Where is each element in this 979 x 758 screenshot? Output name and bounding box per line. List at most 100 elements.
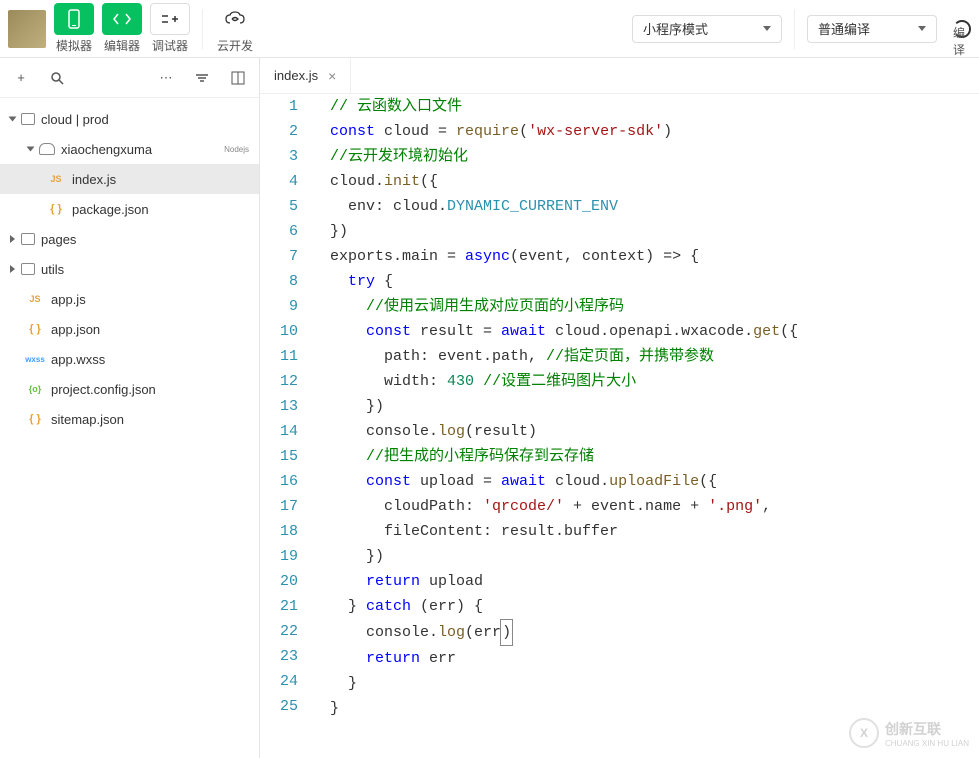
tree-folder-pages[interactable]: pages xyxy=(0,224,259,254)
mode-select-value: 小程序模式 xyxy=(643,19,708,38)
tree-file-sitemap[interactable]: { } sitemap.json xyxy=(0,404,259,434)
tree-label: app.json xyxy=(51,322,100,337)
tree-file-projectconfig[interactable]: {o} project.config.json xyxy=(0,374,259,404)
code-content[interactable]: // 云函数入口文件 const cloud = require('wx-ser… xyxy=(312,94,979,758)
code-line[interactable]: }) xyxy=(312,219,979,244)
editor-button[interactable] xyxy=(102,3,142,35)
code-line[interactable]: const cloud = require('wx-server-sdk') xyxy=(312,119,979,144)
code-line[interactable]: path: event.path, //指定页面，并携带参数 xyxy=(312,344,979,369)
tree-file-appjs[interactable]: JS app.js xyxy=(0,284,259,314)
js-file-icon: JS xyxy=(46,172,66,186)
code-line[interactable]: }) xyxy=(312,544,979,569)
tree-file-appjson[interactable]: { } app.json xyxy=(0,314,259,344)
search-icon xyxy=(50,71,64,85)
watermark-subtext: CHUANG XIN HU LIAN xyxy=(885,739,969,748)
code-line[interactable]: //使用云调用生成对应页面的小程序码 xyxy=(312,294,979,319)
compile-label: 编译 xyxy=(953,24,971,58)
editor-tabs: index.js × xyxy=(260,58,979,94)
toolbar-divider-2 xyxy=(794,9,795,49)
chevron-icon xyxy=(27,147,35,152)
tree-file-appwxss[interactable]: wxss app.wxss xyxy=(0,344,259,374)
line-number: 20 xyxy=(260,569,298,594)
search-button[interactable] xyxy=(48,69,66,87)
line-number: 1 xyxy=(260,94,298,119)
line-number: 18 xyxy=(260,519,298,544)
tree-file-indexjs[interactable]: JS index.js xyxy=(0,164,259,194)
tree-file-packagejson[interactable]: { } package.json xyxy=(0,194,259,224)
code-line[interactable]: cloudPath: 'qrcode/' + event.name + '.pn… xyxy=(312,494,979,519)
tree-label: pages xyxy=(41,232,76,247)
code-line[interactable]: exports.main = async(event, context) => … xyxy=(312,244,979,269)
code-line[interactable]: const upload = await cloud.uploadFile({ xyxy=(312,469,979,494)
code-line[interactable]: console.log(result) xyxy=(312,419,979,444)
wxss-file-icon: wxss xyxy=(25,352,45,366)
mode-select[interactable]: 小程序模式 xyxy=(632,15,782,43)
editor-label: 编辑器 xyxy=(104,37,140,54)
debugger-icon xyxy=(161,13,179,25)
code-line[interactable]: const result = await cloud.openapi.wxaco… xyxy=(312,319,979,344)
tab-indexjs[interactable]: index.js × xyxy=(260,58,351,93)
line-number: 17 xyxy=(260,494,298,519)
split-button[interactable] xyxy=(229,69,247,87)
json-file-icon: { } xyxy=(46,202,66,216)
line-number: 6 xyxy=(260,219,298,244)
code-line[interactable]: return upload xyxy=(312,569,979,594)
split-icon xyxy=(231,71,245,85)
collapse-button[interactable] xyxy=(193,69,211,87)
tree-folder-utils[interactable]: utils xyxy=(0,254,259,284)
watermark-logo: X xyxy=(849,718,879,748)
tree-label: cloud | prod xyxy=(41,112,109,127)
code-line[interactable]: } catch (err) { xyxy=(312,594,979,619)
code-line[interactable]: console.log(err) xyxy=(312,619,979,646)
line-number: 22 xyxy=(260,619,298,644)
line-number: 14 xyxy=(260,419,298,444)
code-line[interactable]: } xyxy=(312,671,979,696)
explorer-toolbar: + ⋯ xyxy=(0,58,259,98)
cloud-dev-group: 云开发 xyxy=(215,3,255,54)
line-number: 19 xyxy=(260,544,298,569)
simulator-button[interactable] xyxy=(54,3,94,35)
compile-select-value: 普通编译 xyxy=(818,19,870,38)
code-editor[interactable]: 1234567891011121314151617181920212223242… xyxy=(260,94,979,758)
compile-select[interactable]: 普通编译 xyxy=(807,15,937,43)
code-line[interactable]: try { xyxy=(312,269,979,294)
chevron-icon xyxy=(10,265,15,273)
tree-label: app.wxss xyxy=(51,352,105,367)
line-number: 21 xyxy=(260,594,298,619)
tree-folder-root[interactable]: cloud | prod xyxy=(0,104,259,134)
more-button[interactable]: ⋯ xyxy=(157,69,175,87)
code-line[interactable]: cloud.init({ xyxy=(312,169,979,194)
simulator-label: 模拟器 xyxy=(56,37,92,54)
avatar[interactable] xyxy=(8,10,46,48)
tree-label: index.js xyxy=(72,172,116,187)
tab-close-button[interactable]: × xyxy=(328,68,336,84)
debugger-button[interactable] xyxy=(150,3,190,35)
watermark-text: 创新互联 xyxy=(885,719,969,739)
line-number: 16 xyxy=(260,469,298,494)
watermark: X 创新互联 CHUANG XIN HU LIAN xyxy=(849,718,969,748)
new-file-button[interactable]: + xyxy=(12,69,30,87)
line-number: 11 xyxy=(260,344,298,369)
code-line[interactable]: // 云函数入口文件 xyxy=(312,94,979,119)
tree-label: package.json xyxy=(72,202,149,217)
tree-label: project.config.json xyxy=(51,382,156,397)
code-line[interactable]: //把生成的小程序码保存到云存储 xyxy=(312,444,979,469)
code-line[interactable]: return err xyxy=(312,646,979,671)
code-line[interactable]: //云开发环境初始化 xyxy=(312,144,979,169)
phone-icon xyxy=(67,9,81,29)
top-toolbar: 模拟器 编辑器 调试器 云开发 小程序模式 普通编译 编译 xyxy=(0,0,979,58)
line-gutter: 1234567891011121314151617181920212223242… xyxy=(260,94,312,758)
cloud-dev-button[interactable] xyxy=(215,3,255,35)
code-line[interactable]: fileContent: result.buffer xyxy=(312,519,979,544)
code-line[interactable]: env: cloud.DYNAMIC_CURRENT_ENV xyxy=(312,194,979,219)
toolbar-divider xyxy=(202,9,203,49)
line-number: 4 xyxy=(260,169,298,194)
chevron-down-icon xyxy=(918,26,926,31)
file-tree: cloud | prod xiaochengxuma Nodejs JS ind… xyxy=(0,98,259,758)
line-number: 13 xyxy=(260,394,298,419)
main-area: + ⋯ cloud | prod xiaochengxuma xyxy=(0,58,979,758)
debugger-label: 调试器 xyxy=(152,37,188,54)
code-line[interactable]: width: 430 //设置二维码图片大小 xyxy=(312,369,979,394)
code-line[interactable]: }) xyxy=(312,394,979,419)
tree-folder-cloudfn[interactable]: xiaochengxuma Nodejs xyxy=(0,134,259,164)
